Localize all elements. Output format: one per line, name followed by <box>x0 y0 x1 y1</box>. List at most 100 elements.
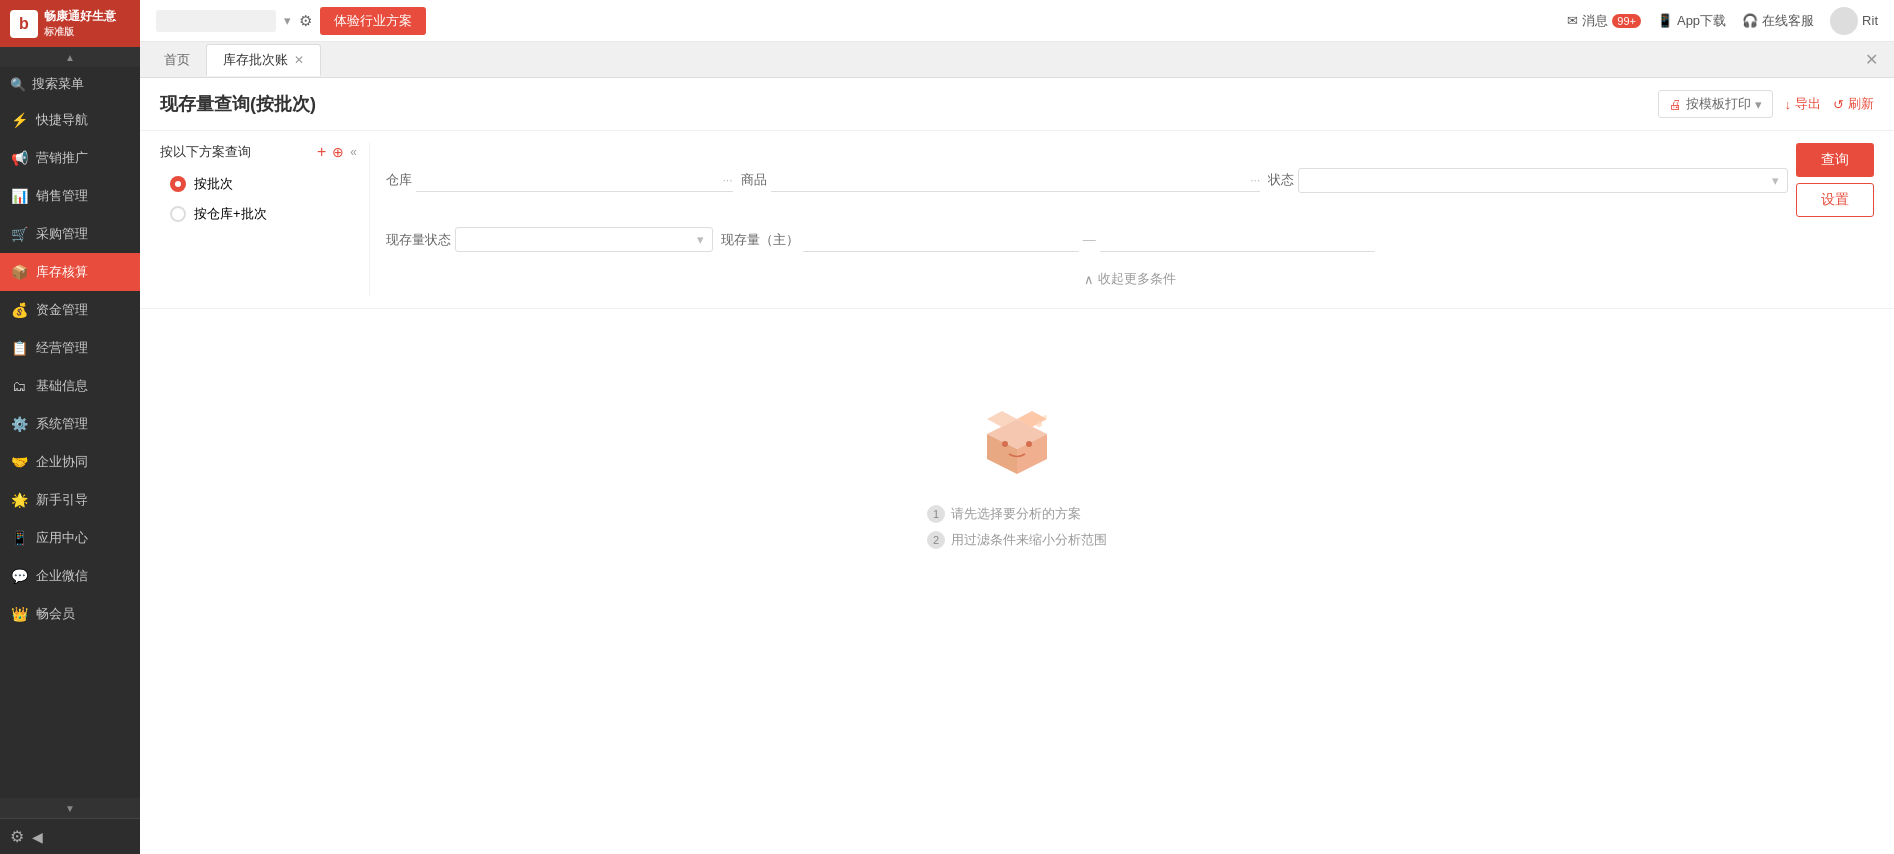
product-more-icon[interactable]: ··· <box>1250 173 1260 187</box>
inventory-qty-to-input[interactable] <box>1100 228 1376 252</box>
scheme-title: 按以下方案查询 + ⊕ « <box>160 143 357 161</box>
sidebar-item-label: 企业协同 <box>36 453 88 471</box>
sidebar-search-item[interactable]: 🔍 搜索菜单 <box>0 67 140 101</box>
app-version: 标准版 <box>44 25 116 39</box>
sidebar-item-operations[interactable]: 📋 经营管理 <box>0 329 140 367</box>
sidebar-item-marketing[interactable]: 📢 营销推广 <box>0 139 140 177</box>
export-label: 导出 <box>1795 95 1821 113</box>
sidebar-item-wechat[interactable]: 💬 企业微信 <box>0 557 140 595</box>
inventory-status-filter-group: 现存量状态 ▾ <box>386 227 713 252</box>
sidebar-item-label: 畅会员 <box>36 605 75 623</box>
product-input-wrapper[interactable]: ··· <box>771 169 1261 192</box>
online-service-label: 在线客服 <box>1762 12 1814 30</box>
status-select[interactable]: ▾ <box>1298 168 1788 193</box>
online-service-item[interactable]: 🎧 在线客服 <box>1742 12 1814 30</box>
tip-text-2: 用过滤条件来缩小分析范围 <box>951 531 1107 549</box>
refresh-label: 刷新 <box>1848 95 1874 113</box>
sidebar-item-member[interactable]: 👑 畅会员 <box>0 595 140 633</box>
svg-point-6 <box>1026 441 1032 447</box>
app-download-item[interactable]: 📱 App下载 <box>1657 12 1726 30</box>
messages-item[interactable]: ✉ 消息 99+ <box>1567 12 1641 30</box>
scheme-collapse-icon[interactable]: « <box>350 145 357 159</box>
service-icon: 🎧 <box>1742 13 1758 28</box>
inventory-qty-from-input[interactable] <box>803 228 1079 252</box>
query-button[interactable]: 查询 <box>1796 143 1874 177</box>
refresh-button[interactable]: ↺ 刷新 <box>1833 95 1874 113</box>
sidebar-item-sales[interactable]: 📊 销售管理 <box>0 177 140 215</box>
enterprise-icon: 🤝 <box>10 453 28 471</box>
scheme-item-by-batch[interactable]: 按批次 <box>160 169 357 199</box>
sidebar-item-label: 销售管理 <box>36 187 88 205</box>
tip-num-2: 2 <box>927 531 945 549</box>
scroll-down-btn[interactable]: ▼ <box>0 798 140 818</box>
operations-icon: 📋 <box>10 339 28 357</box>
sidebar-item-finance[interactable]: 💰 资金管理 <box>0 291 140 329</box>
svg-point-7 <box>1036 421 1042 427</box>
sidebar: b 畅康通好生意 标准版 ▲ 🔍 搜索菜单 ⚡ 快捷导航 📢 营销推广 📊 销售… <box>0 0 140 854</box>
scheme-actions: + ⊕ « <box>317 144 357 160</box>
industry-solution-button[interactable]: 体验行业方案 <box>320 7 426 35</box>
template-print-button[interactable]: 🖨 按模板打印 ▾ <box>1658 90 1773 118</box>
warehouse-more-icon[interactable]: ··· <box>722 173 732 187</box>
settings-button[interactable]: 设置 <box>1796 183 1874 217</box>
basic-icon: 🗂 <box>10 377 28 395</box>
sidebar-settings-icon[interactable]: ⚙ <box>10 827 24 846</box>
export-button[interactable]: ↓ 导出 <box>1785 95 1822 113</box>
sidebar-item-newbie[interactable]: 🌟 新手引导 <box>0 481 140 519</box>
tab-close-icon[interactable]: ✕ <box>294 53 304 67</box>
warehouse-filter-group: 仓库 ··· <box>386 169 733 192</box>
tab-home-label: 首页 <box>164 51 190 69</box>
app-name: 畅康通好生意 <box>44 8 116 25</box>
template-print-label: 按模板打印 <box>1686 95 1751 113</box>
tab-inventory-batch[interactable]: 库存批次账 ✕ <box>206 44 321 76</box>
warehouse-input-wrapper[interactable]: ··· <box>416 169 733 192</box>
inventory-status-select[interactable]: ▾ <box>455 227 713 252</box>
query-btn-group: 查询 设置 <box>1796 143 1874 217</box>
sidebar-item-enterprise[interactable]: 🤝 企业协同 <box>0 443 140 481</box>
sidebar-item-label: 资金管理 <box>36 301 88 319</box>
sidebar-item-apps[interactable]: 📱 应用中心 <box>0 519 140 557</box>
user-profile-item[interactable]: Rit <box>1830 7 1878 35</box>
sidebar-item-label: 采购管理 <box>36 225 88 243</box>
sidebar-item-quick-nav[interactable]: ⚡ 快捷导航 <box>0 101 140 139</box>
marketing-icon: 📢 <box>10 149 28 167</box>
sidebar-item-system[interactable]: ⚙️ 系统管理 <box>0 405 140 443</box>
user-name-label: Rit <box>1862 13 1878 28</box>
newbie-icon: 🌟 <box>10 491 28 509</box>
tabs-bar: 首页 库存批次账 ✕ ✕ <box>140 42 1894 78</box>
sidebar-item-label: 快捷导航 <box>36 111 88 129</box>
inventory-status-dropdown-icon: ▾ <box>697 232 704 247</box>
empty-illustration <box>967 389 1067 489</box>
collapse-more-icon: ∧ <box>1084 272 1094 287</box>
tab-close-all-icon[interactable]: ✕ <box>1857 50 1886 69</box>
tab-home[interactable]: 首页 <box>148 45 206 75</box>
collapse-more-btn[interactable]: ∧ 收起更多条件 <box>386 262 1874 296</box>
scheme-dot-inactive <box>170 206 186 222</box>
sidebar-item-purchase[interactable]: 🛒 采购管理 <box>0 215 140 253</box>
scheme-label-by-batch: 按批次 <box>194 175 233 193</box>
print-icon: 🖨 <box>1669 97 1682 112</box>
inventory-icon: 📦 <box>10 263 28 281</box>
sidebar-bottom: ⚙ ◀ <box>0 818 140 854</box>
scheme-add-button[interactable]: + <box>317 144 326 160</box>
inventory-qty-filter-group: 现存量（主） — <box>721 228 1375 252</box>
topbar-gear-icon[interactable]: ⚙ <box>299 12 312 30</box>
scheme-settings-icon[interactable]: ⊕ <box>332 144 344 160</box>
sidebar-item-label: 应用中心 <box>36 529 88 547</box>
finance-icon: 💰 <box>10 301 28 319</box>
sidebar-collapse-icon[interactable]: ◀ <box>32 829 43 845</box>
scheme-item-by-warehouse-batch[interactable]: 按仓库+批次 <box>160 199 357 229</box>
empty-tips: 1 请先选择要分析的方案 2 用过滤条件来缩小分析范围 <box>927 505 1107 549</box>
sidebar-item-inventory[interactable]: 📦 库存核算 <box>0 253 140 291</box>
messages-badge: 99+ <box>1612 14 1641 28</box>
topbar-search-input[interactable] <box>156 10 276 32</box>
print-dropdown-icon[interactable]: ▾ <box>1755 97 1762 112</box>
refresh-icon: ↺ <box>1833 97 1844 112</box>
topbar-dropdown-icon[interactable]: ▾ <box>284 13 291 28</box>
empty-state: 1 请先选择要分析的方案 2 用过滤条件来缩小分析范围 <box>140 309 1894 629</box>
product-label: 商品 <box>741 171 767 189</box>
topbar-right: ✉ 消息 99+ 📱 App下载 🎧 在线客服 Rit <box>1567 7 1878 35</box>
sidebar-item-basic[interactable]: 🗂 基础信息 <box>0 367 140 405</box>
page-content: 现存量查询(按批次) 🖨 按模板打印 ▾ ↓ 导出 ↺ 刷新 <box>140 78 1894 854</box>
scroll-up-btn[interactable]: ▲ <box>0 47 140 67</box>
